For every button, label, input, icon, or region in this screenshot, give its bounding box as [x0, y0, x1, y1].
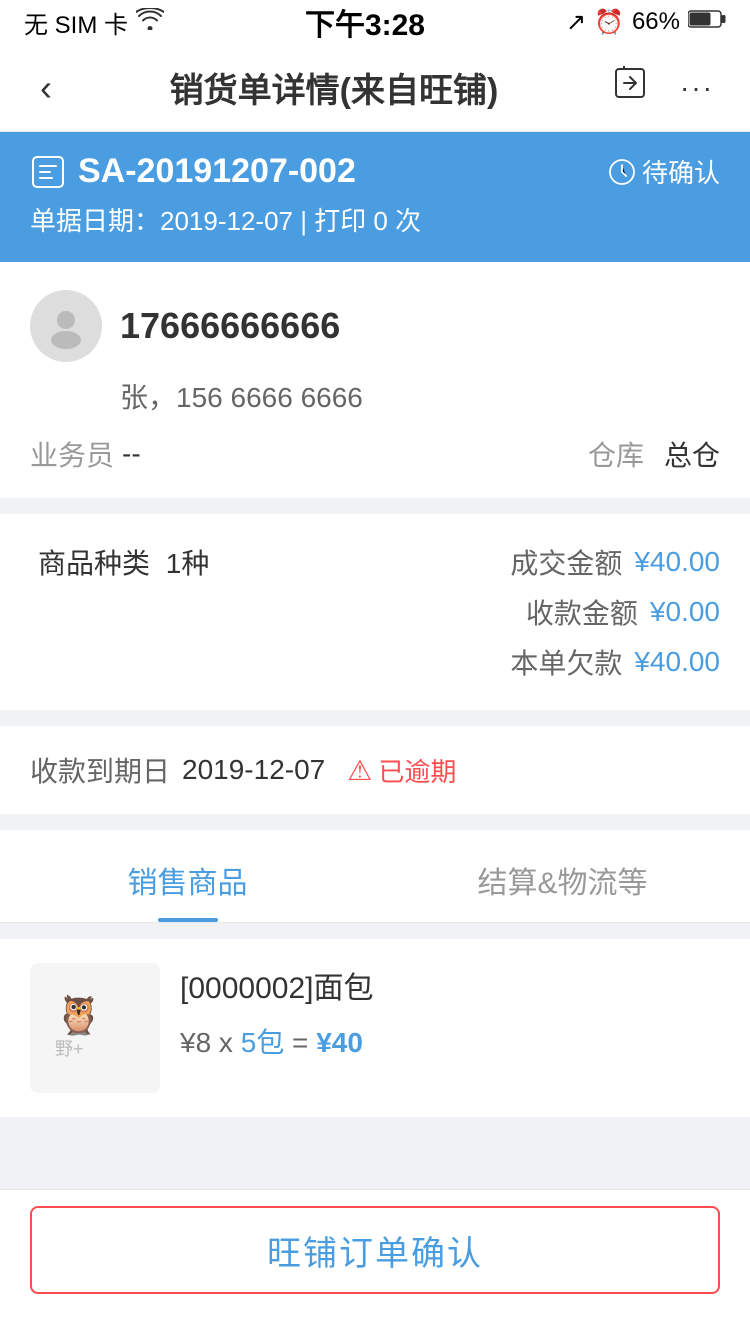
export-icon[interactable]: [606, 59, 654, 116]
sales-rep-value: --: [122, 438, 141, 470]
due-section: 收款到期日 2019-12-07 ⚠ 已逾期: [0, 726, 750, 814]
order-date: 单据日期：2019-12-07 | 打印 0 次: [30, 201, 720, 238]
page-title: 销货单详情(来自旺铺): [62, 63, 606, 112]
warehouse-item: 仓库 总仓: [588, 434, 720, 474]
debt-amount-value: ¥40.00: [634, 646, 720, 678]
payment-amount-label: 收款金额: [526, 592, 638, 632]
overdue-badge: ⚠ 已逾期: [347, 752, 456, 789]
deal-amount-value: ¥40.00: [634, 546, 720, 578]
order-number: SA-20191207-002: [30, 152, 356, 191]
warehouse-value: 总仓: [664, 434, 720, 474]
back-button[interactable]: ‹: [30, 57, 62, 119]
svg-text:🦉: 🦉: [55, 994, 102, 1037]
product-item: 🦉 野+ [0000002]面包 ¥8 x 5包 = ¥40: [0, 939, 750, 1117]
customer-phone: 17666666666: [120, 305, 340, 347]
due-date: 2019-12-07: [182, 754, 325, 786]
wifi-icon: [136, 8, 164, 37]
order-status: 待确认: [608, 153, 720, 190]
debt-amount-label: 本单欠款: [510, 642, 622, 682]
product-name: [0000002]面包: [180, 963, 720, 1007]
more-icon[interactable]: ···: [674, 66, 720, 110]
product-title: 面包: [313, 972, 373, 1005]
nav-actions: ···: [606, 59, 720, 116]
status-right: ↗ ⏰ 66%: [566, 8, 726, 37]
summary-row: 商品种类 1种 成交金额 ¥40.00 收款金额 ¥0.00 本单欠款 ¥40.…: [30, 542, 720, 682]
summary-section: 商品种类 1种 成交金额 ¥40.00 收款金额 ¥0.00 本单欠款 ¥40.…: [0, 514, 750, 710]
location-icon: ↗: [566, 8, 586, 37]
tab-settlement[interactable]: 结算&物流等: [375, 830, 750, 922]
sales-rep-item: 业务员 --: [30, 434, 141, 474]
product-info: [0000002]面包 ¥8 x 5包 = ¥40: [180, 963, 720, 1061]
product-qty: 5包: [241, 1027, 285, 1058]
payment-amount-row: 收款金额 ¥0.00: [526, 592, 720, 632]
sales-rep-label: 业务员: [30, 434, 114, 474]
payment-amount-value: ¥0.00: [650, 596, 720, 628]
product-kinds-row: 商品种类 1种: [30, 542, 209, 582]
battery-icon: [688, 8, 726, 36]
product-equals: =: [284, 1027, 316, 1058]
tabs: 销售商品 结算&物流等: [0, 830, 750, 923]
order-header-top: SA-20191207-002 待确认: [30, 152, 720, 191]
battery-text: 66%: [632, 8, 680, 36]
confirm-button[interactable]: 旺铺订单确认: [30, 1206, 720, 1294]
svg-text:野+: 野+: [55, 1039, 84, 1059]
product-price: ¥8 x 5包 = ¥40: [180, 1021, 720, 1061]
product-code: [0000002]: [180, 972, 313, 1005]
customer-name: 张，156 6666 6666: [30, 376, 720, 416]
avatar: [30, 290, 102, 362]
product-total: ¥40: [316, 1027, 363, 1058]
status-left: 无 SIM 卡: [24, 5, 164, 40]
bottom-bar: 旺铺订单确认: [0, 1189, 750, 1334]
customer-row: 17666666666: [30, 290, 720, 362]
nav-bar: ‹ 销货单详情(来自旺铺) ···: [0, 44, 750, 132]
deal-amount-label: 成交金额: [510, 542, 622, 582]
alarm-icon: ⏰: [594, 8, 624, 37]
warehouse-label: 仓库: [588, 434, 644, 474]
product-kinds-value: 1种: [166, 548, 210, 579]
order-header-card: SA-20191207-002 待确认 单据日期：2019-12-07 | 打印…: [0, 132, 750, 262]
carrier-text: 无 SIM 卡: [24, 5, 128, 40]
warning-icon: ⚠: [347, 754, 372, 787]
tab-products[interactable]: 销售商品: [0, 830, 375, 922]
summary-left: 商品种类 1种: [30, 542, 209, 592]
overdue-label: 已逾期: [378, 752, 456, 789]
product-thumbnail: 🦉 野+: [30, 963, 160, 1093]
customer-section: 17666666666 张，156 6666 6666 业务员 -- 仓库 总仓: [0, 262, 750, 498]
product-unit-price: ¥8 x: [180, 1027, 241, 1058]
deal-amount-row: 成交金额 ¥40.00: [510, 542, 720, 582]
status-bar: 无 SIM 卡 下午3:28 ↗ ⏰ 66%: [0, 0, 750, 44]
product-kinds-label: 商品种类: [38, 548, 150, 579]
customer-meta: 业务员 -- 仓库 总仓: [30, 434, 720, 474]
due-label: 收款到期日: [30, 750, 170, 790]
debt-amount-row: 本单欠款 ¥40.00: [510, 642, 720, 682]
summary-right: 成交金额 ¥40.00 收款金额 ¥0.00 本单欠款 ¥40.00: [510, 542, 720, 682]
status-time: 下午3:28: [305, 0, 425, 44]
